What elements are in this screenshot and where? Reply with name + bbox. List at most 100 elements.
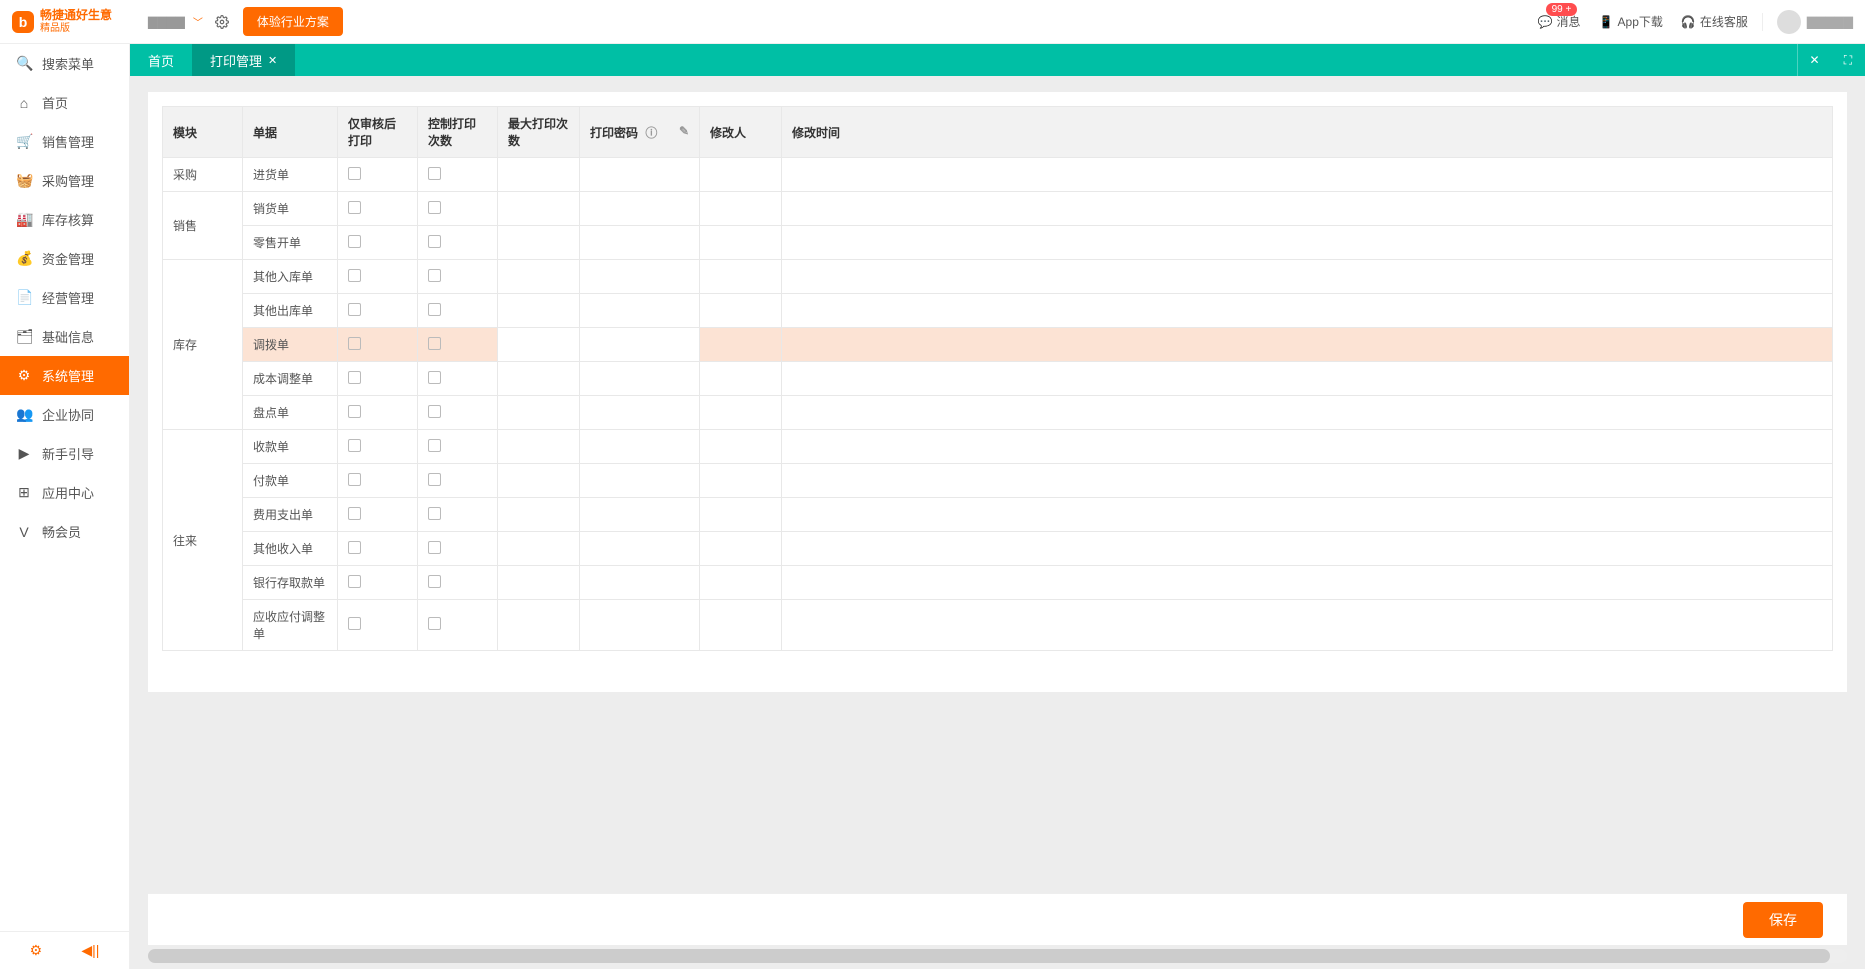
sales-icon: 🛒 <box>16 133 32 150</box>
purchase-icon: 🧺 <box>16 172 32 189</box>
checkbox-limit[interactable] <box>428 235 441 248</box>
checkbox-audit[interactable] <box>348 617 361 630</box>
checkbox-limit[interactable] <box>428 473 441 486</box>
checkbox-audit[interactable] <box>348 405 361 418</box>
checkbox-audit[interactable] <box>348 235 361 248</box>
checkbox-audit[interactable] <box>348 201 361 214</box>
cell-max-count <box>498 464 580 498</box>
sidebar-item-system[interactable]: ⚙系统管理 <box>0 356 129 395</box>
table-row: 其他收入单 <box>163 532 1833 566</box>
fullscreen-icon[interactable]: ⛶ <box>1831 44 1865 76</box>
cell-password <box>580 226 700 260</box>
checkbox-limit[interactable] <box>428 575 441 588</box>
cell-modifier <box>700 328 782 362</box>
cell-bill: 进货单 <box>243 158 338 192</box>
cell-max-count <box>498 498 580 532</box>
checkbox-limit[interactable] <box>428 303 441 316</box>
cell-limit-count <box>418 498 498 532</box>
tab-print-manage[interactable]: 打印管理 ✕ <box>192 44 295 76</box>
checkbox-limit[interactable] <box>428 337 441 350</box>
cell-bill: 盘点单 <box>243 396 338 430</box>
cell-password[interactable] <box>580 328 700 362</box>
cell-password <box>580 566 700 600</box>
checkbox-limit[interactable] <box>428 507 441 520</box>
cell-audit-only <box>338 430 418 464</box>
checkbox-audit[interactable] <box>348 303 361 316</box>
sidebar-item-search[interactable]: 🔍搜索菜单 <box>0 44 129 83</box>
checkbox-limit[interactable] <box>428 617 441 630</box>
table-row: 调拨单 <box>163 328 1833 362</box>
app-download-button[interactable]: 📱 App下载 <box>1599 13 1663 30</box>
cell-limit-count <box>418 260 498 294</box>
checkbox-audit[interactable] <box>348 371 361 384</box>
sidebar-item-coop[interactable]: 👥企业协同 <box>0 395 129 434</box>
checkbox-audit[interactable] <box>348 575 361 588</box>
cell-max-count[interactable] <box>498 328 580 362</box>
sidebar-item-guide[interactable]: ▶新手引导 <box>0 434 129 473</box>
cell-bill: 调拨单 <box>243 328 338 362</box>
cell-modifier <box>700 464 782 498</box>
company-name: ▇▇▇▇ <box>148 15 185 29</box>
cell-audit-only <box>338 600 418 651</box>
close-icon[interactable]: ✕ <box>268 54 277 67</box>
checkbox-limit[interactable] <box>428 167 441 180</box>
help-icon[interactable]: ⓘ <box>645 126 657 140</box>
table-row: 盘点单 <box>163 396 1833 430</box>
sidebar-collapse-icon[interactable]: ◀|| <box>81 942 99 959</box>
cell-audit-only <box>338 464 418 498</box>
messages-button[interactable]: 💬 消息 99 + <box>1538 13 1581 30</box>
sidebar-item-stock[interactable]: 🏭库存核算 <box>0 200 129 239</box>
sidebar-item-finance[interactable]: 💰资金管理 <box>0 239 129 278</box>
brand-logo: b 畅捷通好生意 精品版 <box>12 9 132 33</box>
checkbox-limit[interactable] <box>428 201 441 214</box>
cell-max-count <box>498 192 580 226</box>
checkbox-audit[interactable] <box>348 269 361 282</box>
cell-bill: 其他入库单 <box>243 260 338 294</box>
cell-modified-at <box>782 362 1833 396</box>
cell-limit-count <box>418 532 498 566</box>
table-row: 付款单 <box>163 464 1833 498</box>
checkbox-audit[interactable] <box>348 541 361 554</box>
sidebar-item-biz[interactable]: 📄经营管理 <box>0 278 129 317</box>
checkbox-audit[interactable] <box>348 473 361 486</box>
sidebar-item-label: 新手引导 <box>42 444 94 463</box>
industry-plan-button[interactable]: 体验行业方案 <box>243 7 343 36</box>
sidebar-settings-icon[interactable]: ⚙ <box>30 942 43 959</box>
sidebar-item-base[interactable]: 🗂基础信息 <box>0 317 129 356</box>
checkbox-audit[interactable] <box>348 439 361 452</box>
tab-home[interactable]: 首页 <box>130 44 192 76</box>
cell-bill: 其他出库单 <box>243 294 338 328</box>
horizontal-scrollbar[interactable] <box>148 949 1847 963</box>
cell-modified-at <box>782 396 1833 430</box>
checkbox-limit[interactable] <box>428 541 441 554</box>
sidebar-item-home[interactable]: ⌂首页 <box>0 83 129 122</box>
sidebar-item-label: 资金管理 <box>42 249 94 268</box>
tabs-bar: 首页 打印管理 ✕ ✕ ⛶ <box>130 44 1865 76</box>
cell-bill: 成本调整单 <box>243 362 338 396</box>
cell-password <box>580 158 700 192</box>
company-selector[interactable]: ▇▇▇▇ ﹀ <box>148 14 203 29</box>
checkbox-limit[interactable] <box>428 269 441 282</box>
cell-limit-count <box>418 226 498 260</box>
cell-modifier <box>700 532 782 566</box>
cell-modifier <box>700 192 782 226</box>
checkbox-limit[interactable] <box>428 371 441 384</box>
checkbox-limit[interactable] <box>428 405 441 418</box>
edit-column-icon[interactable]: ✎ <box>679 124 689 138</box>
checkbox-limit[interactable] <box>428 439 441 452</box>
sidebar-item-appcenter[interactable]: ⊞应用中心 <box>0 473 129 512</box>
checkbox-audit[interactable] <box>348 507 361 520</box>
member-icon: V <box>16 524 32 540</box>
cell-modified-at <box>782 260 1833 294</box>
checkbox-audit[interactable] <box>348 167 361 180</box>
online-service-button[interactable]: 🎧 在线客服 <box>1681 13 1748 30</box>
sidebar-item-purchase[interactable]: 🧺采购管理 <box>0 161 129 200</box>
tab-close-all-icon[interactable]: ✕ <box>1797 44 1831 76</box>
scrollbar-thumb[interactable] <box>148 949 1830 963</box>
settings-icon[interactable] <box>215 14 229 29</box>
sidebar-item-sales[interactable]: 🛒销售管理 <box>0 122 129 161</box>
sidebar-item-member[interactable]: V畅会员 <box>0 512 129 551</box>
save-button[interactable]: 保存 <box>1743 902 1823 938</box>
checkbox-audit[interactable] <box>348 337 361 350</box>
user-avatar[interactable] <box>1777 10 1801 34</box>
